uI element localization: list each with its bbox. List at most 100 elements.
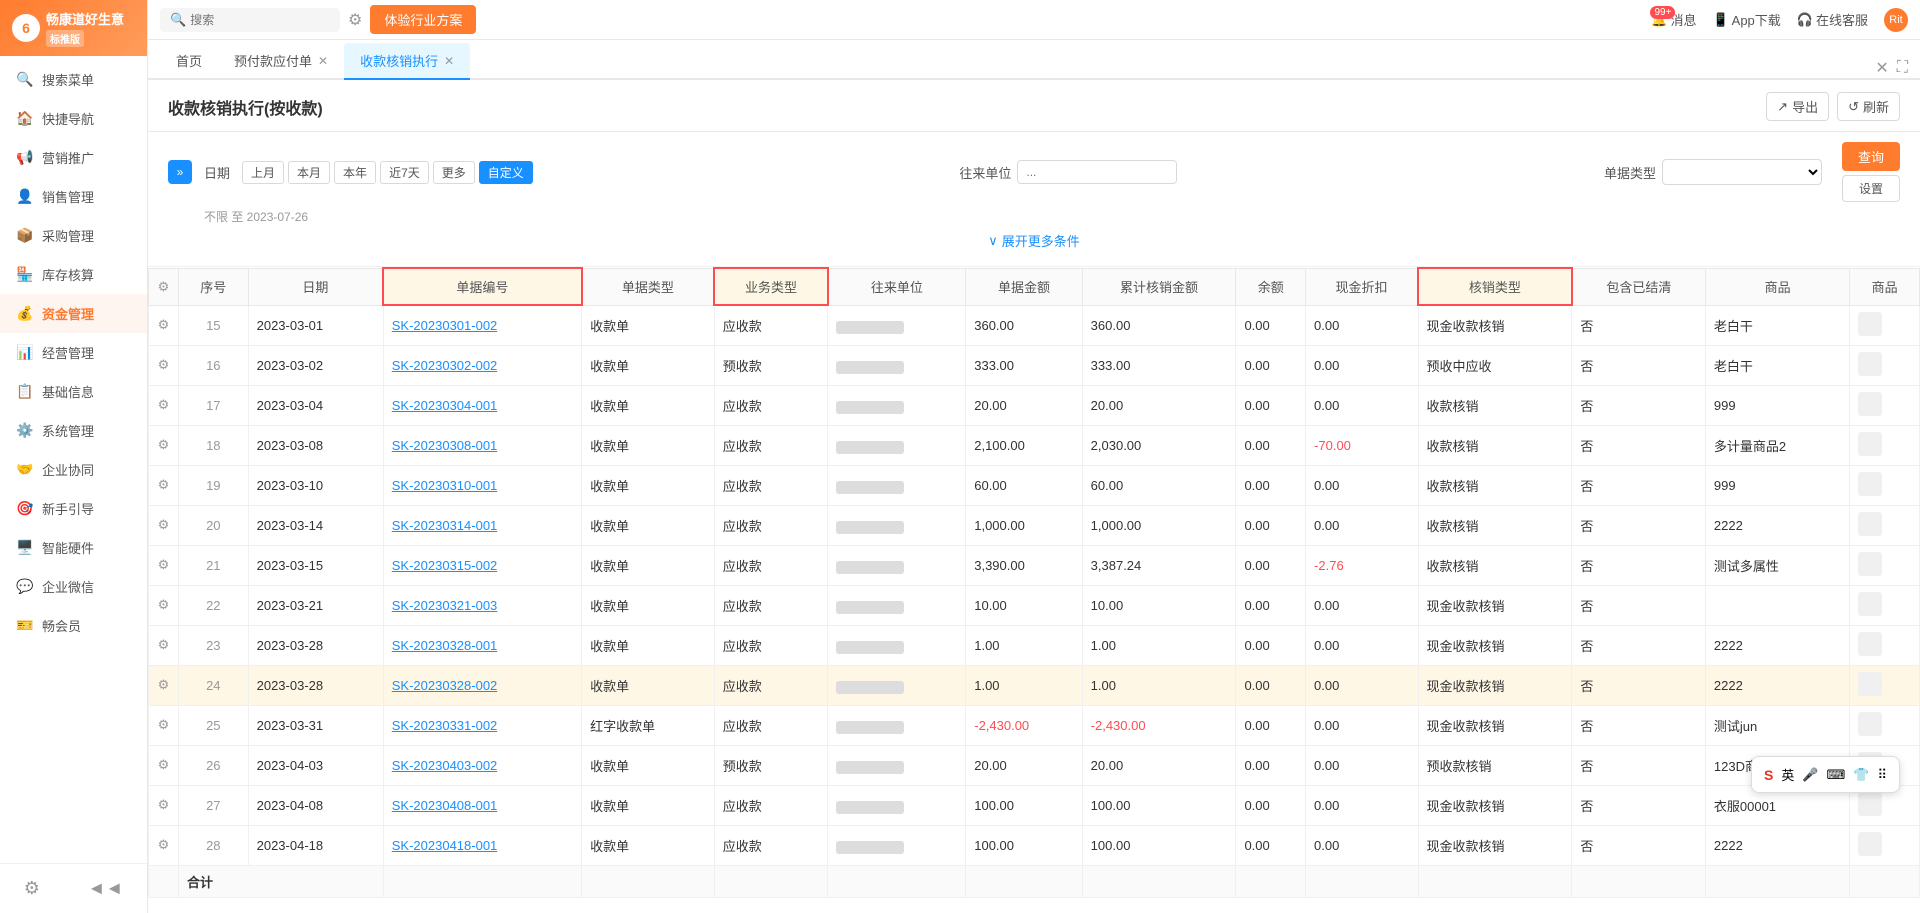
sidebar-label-inventory: 库存核算 (42, 265, 94, 284)
row-order-no[interactable]: SK-20230315-002 (383, 545, 581, 585)
ime-logo: S (1764, 767, 1773, 783)
table-row[interactable]: ⚙ 15 2023-03-01 SK-20230301-002 收款单 应收款 … (149, 305, 1920, 345)
date-year-btn[interactable]: 本年 (334, 161, 376, 184)
row-order-no[interactable]: SK-20230310-001 (383, 465, 581, 505)
row-order-no[interactable]: SK-20230302-002 (383, 345, 581, 385)
row-gear[interactable]: ⚙ (149, 465, 179, 505)
date-more-btn[interactable]: 更多 (433, 161, 475, 184)
table-row[interactable]: ⚙ 23 2023-03-28 SK-20230328-001 收款单 应收款 … (149, 625, 1920, 665)
row-acc-amount: 333.00 (1082, 345, 1236, 385)
row-order-no[interactable]: SK-20230331-002 (383, 705, 581, 745)
tab-fullscreen-icon[interactable]: ⛶ (1897, 59, 1908, 77)
solution-button[interactable]: 体验行业方案 (370, 5, 476, 34)
table-row[interactable]: ⚙ 26 2023-04-03 SK-20230403-002 收款单 预收款 … (149, 745, 1920, 785)
tab-prepay[interactable]: 预付款应付单 ✕ (218, 43, 344, 80)
table-row[interactable]: ⚙ 25 2023-03-31 SK-20230331-002 红字收款单 应收… (149, 705, 1920, 745)
ime-keyboard-icon[interactable]: ⌨ (1827, 767, 1846, 783)
table-row[interactable]: ⚙ 18 2023-03-08 SK-20230308-001 收款单 应收款 … (149, 425, 1920, 465)
message-action[interactable]: 🔔 99+ 消息 (1651, 10, 1696, 29)
row-order-no[interactable]: SK-20230301-002 (383, 305, 581, 345)
date-7days-btn[interactable]: 近7天 (380, 161, 429, 184)
export-button[interactable]: ↗ 导出 (1766, 92, 1829, 121)
sidebar-item-purchase[interactable]: 📦 采购管理 (0, 216, 147, 255)
row-gear[interactable]: ⚙ (149, 625, 179, 665)
query-button[interactable]: 查询 (1842, 142, 1900, 171)
sidebar-item-search[interactable]: 🔍 搜索菜单 (0, 60, 147, 99)
row-cancel-type: 预收款核销 (1418, 745, 1572, 785)
date-prev-month-btn[interactable]: 上月 (242, 161, 284, 184)
voucher-type-select[interactable]: 收款单 红字收款单 (1662, 159, 1822, 185)
tab-prepay-close[interactable]: ✕ (318, 54, 328, 68)
expand-more-bar[interactable]: ∨ 展开更多条件 (168, 225, 1900, 256)
sidebar-item-marketing[interactable]: 📢 营销推广 (0, 138, 147, 177)
settings-button[interactable]: 设置 (1842, 175, 1900, 202)
row-order-no[interactable]: SK-20230314-001 (383, 505, 581, 545)
th-gear[interactable]: ⚙ (149, 268, 179, 305)
ime-shirt-icon[interactable]: 👕 (1853, 767, 1869, 783)
tab-home[interactable]: 首页 (160, 43, 218, 80)
refresh-button[interactable]: ↺ 刷新 (1837, 92, 1900, 121)
table-row[interactable]: ⚙ 28 2023-04-18 SK-20230418-001 收款单 应收款 … (149, 825, 1920, 865)
sidebar-item-shortcuts[interactable]: 🏠 快捷导航 (0, 99, 147, 138)
sidebar-item-wechat[interactable]: 💬 企业微信 (0, 567, 147, 606)
table-row[interactable]: ⚙ 21 2023-03-15 SK-20230315-002 收款单 应收款 … (149, 545, 1920, 585)
row-date: 2023-03-08 (248, 425, 383, 465)
row-order-no[interactable]: SK-20230321-003 (383, 585, 581, 625)
row-gear[interactable]: ⚙ (149, 585, 179, 625)
ime-mic-icon[interactable]: 🎤 (1802, 767, 1818, 783)
row-order-no[interactable]: SK-20230328-001 (383, 625, 581, 665)
row-gear[interactable]: ⚙ (149, 385, 179, 425)
topbar-gear-icon[interactable]: ⚙ (348, 10, 362, 30)
row-gear[interactable]: ⚙ (149, 705, 179, 745)
party-filter-input[interactable] (1017, 160, 1177, 184)
table-row[interactable]: ⚙ 24 2023-03-28 SK-20230328-002 收款单 应收款 … (149, 665, 1920, 705)
collapse-sidebar-icon[interactable]: ◄◄ (80, 874, 132, 903)
row-gear[interactable]: ⚙ (149, 785, 179, 825)
row-order-no[interactable]: SK-20230328-002 (383, 665, 581, 705)
tab-receipt-close[interactable]: ✕ (444, 54, 454, 68)
table-row[interactable]: ⚙ 27 2023-04-08 SK-20230408-001 收款单 应收款 … (149, 785, 1920, 825)
sidebar-label-shortcuts: 快捷导航 (42, 109, 94, 128)
row-gear[interactable]: ⚙ (149, 305, 179, 345)
row-order-no[interactable]: SK-20230403-002 (383, 745, 581, 785)
inventory-icon: 🏪 (16, 266, 34, 283)
tab-close-all-icon[interactable]: ✕ (1875, 58, 1888, 78)
sidebar-item-system[interactable]: ⚙️ 系统管理 (0, 411, 147, 450)
row-gear[interactable]: ⚙ (149, 665, 179, 705)
online-service-action[interactable]: 🎧 在线客服 (1797, 10, 1868, 29)
table-row[interactable]: ⚙ 17 2023-03-04 SK-20230304-001 收款单 应收款 … (149, 385, 1920, 425)
date-custom-btn[interactable]: 自定义 (479, 161, 533, 184)
app-download-action[interactable]: 📱 App下载 (1712, 10, 1780, 29)
row-gear[interactable]: ⚙ (149, 745, 179, 785)
topbar-search-input[interactable] (190, 13, 310, 27)
filter-collapse-button[interactable]: » (168, 160, 192, 184)
sidebar-item-hardware[interactable]: 🖥️ 智能硬件 (0, 528, 147, 567)
sidebar-item-vip[interactable]: 🎫 畅会员 (0, 606, 147, 645)
date-curr-month-btn[interactable]: 本月 (288, 161, 330, 184)
row-order-no[interactable]: SK-20230418-001 (383, 825, 581, 865)
table-row[interactable]: ⚙ 22 2023-03-21 SK-20230321-003 收款单 应收款 … (149, 585, 1920, 625)
sidebar-item-operations[interactable]: 📊 经营管理 (0, 333, 147, 372)
ime-more-icon[interactable]: ⠿ (1877, 767, 1887, 783)
tab-receipt[interactable]: 收款核销执行 ✕ (344, 43, 470, 80)
row-order-no[interactable]: SK-20230408-001 (383, 785, 581, 825)
table-row[interactable]: ⚙ 20 2023-03-14 SK-20230314-001 收款单 应收款 … (149, 505, 1920, 545)
sidebar-item-sales[interactable]: 👤 销售管理 (0, 177, 147, 216)
row-num: 28 (179, 825, 249, 865)
sidebar-item-inventory[interactable]: 🏪 库存核算 (0, 255, 147, 294)
sidebar-item-guide[interactable]: 🎯 新手引导 (0, 489, 147, 528)
sidebar-item-basic[interactable]: 📋 基础信息 (0, 372, 147, 411)
settings-bottom-icon[interactable]: ⚙ (16, 874, 48, 903)
sidebar-item-finance[interactable]: 💰 资金管理 (0, 294, 147, 333)
row-gear[interactable]: ⚙ (149, 825, 179, 865)
table-row[interactable]: ⚙ 19 2023-03-10 SK-20230310-001 收款单 应收款 … (149, 465, 1920, 505)
row-gear[interactable]: ⚙ (149, 505, 179, 545)
row-gear[interactable]: ⚙ (149, 425, 179, 465)
row-gear[interactable]: ⚙ (149, 545, 179, 585)
row-order-no[interactable]: SK-20230308-001 (383, 425, 581, 465)
row-gear[interactable]: ⚙ (149, 345, 179, 385)
row-order-no[interactable]: SK-20230304-001 (383, 385, 581, 425)
user-avatar[interactable]: Rit (1884, 8, 1908, 32)
sidebar-item-corp[interactable]: 🤝 企业协同 (0, 450, 147, 489)
table-row[interactable]: ⚙ 16 2023-03-02 SK-20230302-002 收款单 预收款 … (149, 345, 1920, 385)
